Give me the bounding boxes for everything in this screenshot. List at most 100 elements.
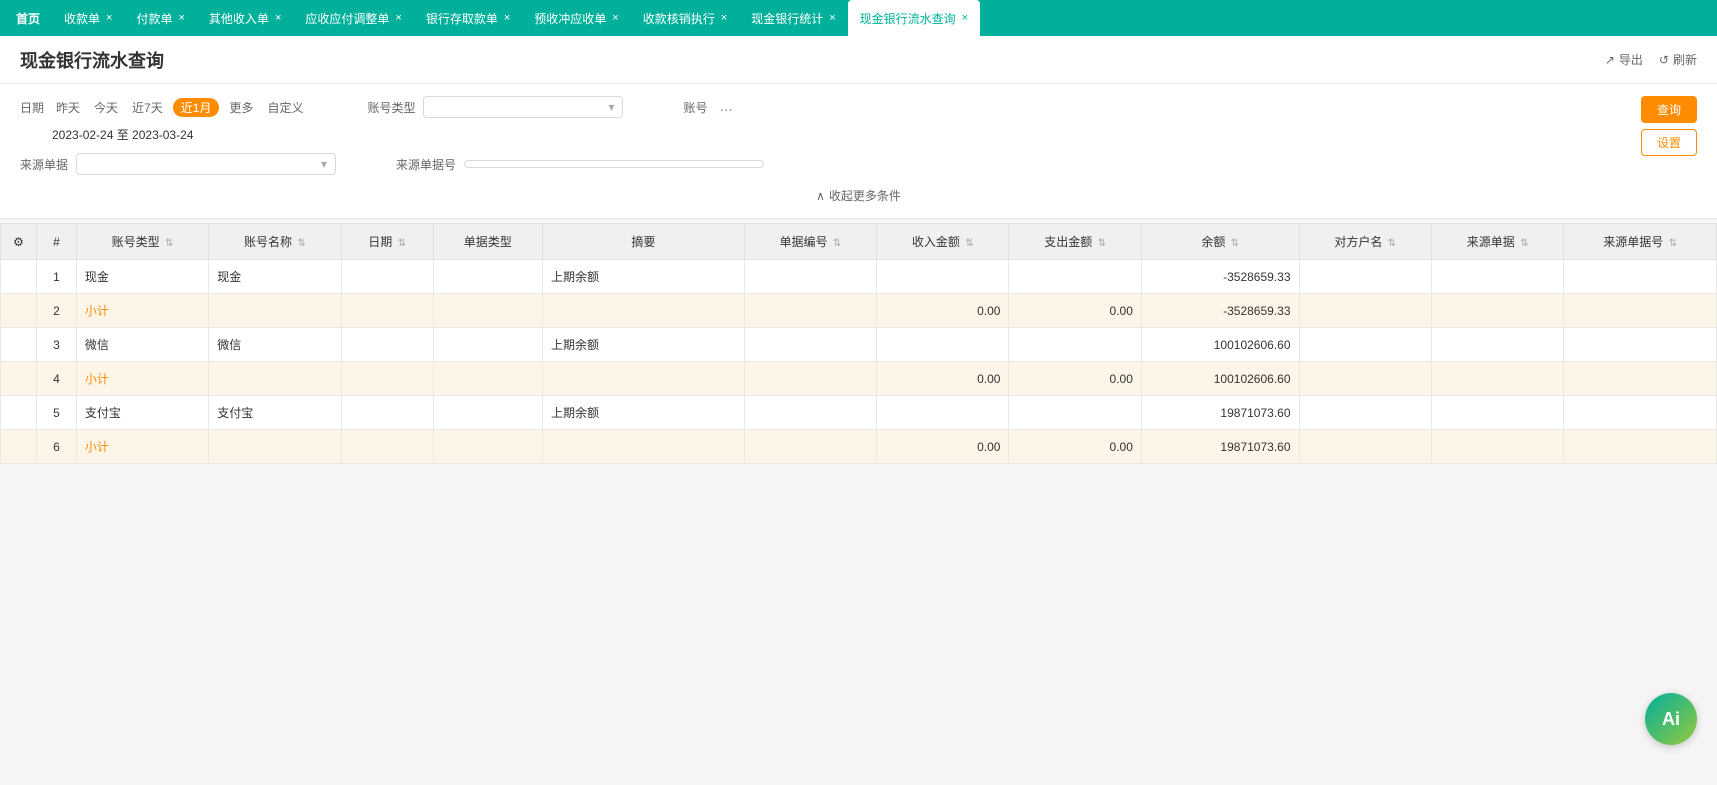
source-doc-dropdown-icon: ▾ [321,157,327,171]
table-row[interactable]: 1 现金 现金 上期余额 -3528659.33 [1,260,1717,294]
cell-date [341,260,433,294]
col-balance[interactable]: 余额 ⇅ [1141,224,1299,260]
cell-expense: 0.00 [1009,430,1141,464]
nav-bank-flow-close[interactable]: × [962,12,968,24]
nav-receivable-payable-close[interactable]: × [395,12,401,24]
ai-label: Ai [1662,709,1680,730]
export-button[interactable]: ↗ 导出 [1605,51,1643,68]
cell-counterpart [1299,260,1431,294]
col-source-doc-no[interactable]: 来源单据号 ⇅ [1564,224,1717,260]
cell-expense: 0.00 [1009,294,1141,328]
account-dots-btn[interactable]: ... [715,96,736,118]
cell-date [341,328,433,362]
nav-tab-payment[interactable]: 付款单 × [124,0,196,36]
cell-num: 1 [37,260,77,294]
col-income[interactable]: 收入金额 ⇅ [877,224,1009,260]
page-header: 现金银行流水查询 ↗ 导出 ↺ 刷新 [0,36,1717,84]
nav-advance-offset-close[interactable]: × [612,12,618,24]
sort-doc-no-icon: ⇅ [833,238,841,249]
page-title: 现金银行流水查询 [20,47,164,73]
cell-summary: 上期余额 [542,328,744,362]
col-expense[interactable]: 支出金额 ⇅ [1009,224,1141,260]
date-btn-custom[interactable]: 自定义 [263,98,307,117]
cell-account-name [209,362,341,396]
nav-tab-home[interactable]: 首页 [4,0,52,36]
nav-payment-label: 付款单 [136,10,172,27]
col-settings[interactable]: ⚙ [1,224,37,260]
col-account-name[interactable]: 账号名称 ⇅ [209,224,341,260]
nav-bank-flow-label: 现金银行流水查询 [860,10,956,27]
col-summary: 摘要 [542,224,744,260]
sort-account-name-icon: ⇅ [297,238,305,249]
filter-item-account: 账号 ... [683,96,736,118]
source-doc-label: 来源单据 [20,156,68,173]
nav-tab-receivable-verify[interactable]: 收款核销执行 × [631,0,739,36]
source-doc-no-input[interactable] [464,160,764,168]
date-btn-yesterday[interactable]: 昨天 [52,98,84,117]
export-label: 导出 [1619,51,1643,68]
col-doc-no[interactable]: 单据编号 ⇅ [744,224,876,260]
cell-counterpart [1299,328,1431,362]
source-doc-select[interactable]: ▾ [76,153,336,175]
cell-income [877,396,1009,430]
table-row[interactable]: 6 小计 0.00 0.00 19871073.60 [1,430,1717,464]
nav-tab-receipt[interactable]: 收款单 × [52,0,124,36]
nav-bank-deposit-close[interactable]: × [504,12,510,24]
table-row[interactable]: 4 小计 0.00 0.00 100102606.60 [1,362,1717,396]
nav-bank-stats-close[interactable]: × [829,12,835,24]
nav-other-income-close[interactable]: × [275,12,281,24]
nav-payment-close[interactable]: × [178,12,184,24]
cell-account-type: 支付宝 [76,396,208,430]
nav-receipt-close[interactable]: × [106,12,112,24]
collapse-bar[interactable]: ∧ 收起更多条件 [20,183,1697,206]
nav-tab-bank-stats[interactable]: 现金银行统计 × [739,0,847,36]
nav-home-label: 首页 [16,10,40,27]
col-account-type[interactable]: 账号类型 ⇅ [76,224,208,260]
nav-receivable-verify-close[interactable]: × [721,12,727,24]
cell-summary [542,430,744,464]
date-btn-1month[interactable]: 近1月 [173,98,220,117]
cell-income: 0.00 [877,362,1009,396]
nav-bank-stats-label: 现金银行统计 [751,10,823,27]
cell-date [341,294,433,328]
table-row[interactable]: 2 小计 0.00 0.00 -3528659.33 [1,294,1717,328]
cell-num: 6 [37,430,77,464]
cell-balance: 19871073.60 [1141,396,1299,430]
col-source-doc[interactable]: 来源单据 ⇅ [1431,224,1563,260]
cell-doc-type [433,260,542,294]
cell-summary [542,362,744,396]
account-type-select[interactable]: ▾ [423,96,623,118]
account-label: 账号 [683,99,707,116]
nav-tab-bank-deposit[interactable]: 银行存取款单 × [414,0,522,36]
table-row[interactable]: 5 支付宝 支付宝 上期余额 19871073.60 [1,396,1717,430]
cell-source-doc [1431,396,1563,430]
date-btn-7days[interactable]: 近7天 [128,98,167,117]
cell-expense [1009,396,1141,430]
nav-tab-other-income[interactable]: 其他收入单 × [197,0,293,36]
date-btn-today[interactable]: 今天 [90,98,122,117]
settings-button[interactable]: 设置 [1641,129,1697,156]
sort-date-icon: ⇅ [398,238,406,249]
refresh-button[interactable]: ↺ 刷新 [1659,51,1697,68]
cell-balance: 19871073.60 [1141,430,1299,464]
col-num: # [37,224,77,260]
cell-doc-type [433,294,542,328]
query-button[interactable]: 查询 [1641,96,1697,123]
cell-income [877,328,1009,362]
gear-icon: ⚙ [13,235,24,249]
ai-assistant-button[interactable]: Ai [1645,693,1697,745]
cell-date [341,396,433,430]
date-btn-more[interactable]: 更多 [225,98,257,117]
nav-tab-advance-offset[interactable]: 预收冲应收单 × [522,0,630,36]
cell-doc-type [433,362,542,396]
cell-source-doc [1431,328,1563,362]
nav-receivable-verify-label: 收款核销执行 [643,10,715,27]
cell-counterpart [1299,362,1431,396]
cell-doc-no [744,328,876,362]
col-counterpart[interactable]: 对方户名 ⇅ [1299,224,1431,260]
nav-tab-bank-flow[interactable]: 现金银行流水查询 × [848,0,980,36]
nav-other-income-label: 其他收入单 [209,10,269,27]
col-date[interactable]: 日期 ⇅ [341,224,433,260]
table-row[interactable]: 3 微信 微信 上期余额 100102606.60 [1,328,1717,362]
nav-tab-receivable-payable[interactable]: 应收应付调整单 × [293,0,413,36]
